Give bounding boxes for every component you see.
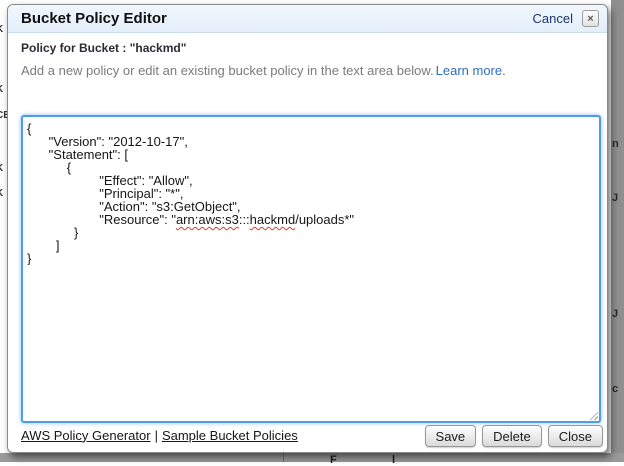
background-text-fragment: K <box>0 163 3 174</box>
background-text-fragment: J <box>612 192 618 204</box>
background-text-fragment: F <box>330 454 337 466</box>
background-page-bottom: F l <box>0 453 624 462</box>
save-button[interactable]: Save <box>425 425 477 447</box>
background-text-fragment: n <box>612 138 619 150</box>
aws-policy-generator-link[interactable]: AWS Policy Generator <box>21 428 151 443</box>
policy-line: "Statement": [ <box>27 148 599 161</box>
policy-line: "Resource": "arn:aws:s3:::hackmd/uploads… <box>27 213 599 226</box>
description-text: Add a new policy or edit an existing buc… <box>21 63 594 78</box>
policy-text: { "Version": "2012-10-17", "Statement": … <box>23 117 599 265</box>
dialog-header: Bucket Policy Editor Cancel × <box>8 5 607 33</box>
background-text-fragment: l <box>392 454 395 466</box>
policy-for-bucket-label: Policy for Bucket : "hackmd" <box>21 41 594 55</box>
policy-line: } <box>27 252 599 265</box>
delete-button[interactable]: Delete <box>482 425 542 447</box>
dialog-title: Bucket Policy Editor <box>21 10 533 27</box>
link-separator: | <box>155 428 158 443</box>
dialog-footer: AWS Policy Generator | Sample Bucket Polic… <box>21 425 603 447</box>
background-text-fragment: K <box>0 84 3 95</box>
bucket-policy-editor-dialog: Bucket Policy Editor Cancel × Policy for… <box>7 4 608 453</box>
close-button[interactable]: Close <box>548 425 603 447</box>
description-body: Add a new policy or edit an existing buc… <box>21 63 434 78</box>
cancel-link[interactable]: Cancel <box>533 11 573 26</box>
background-page-left: K K CE K K <box>0 0 7 462</box>
policy-textarea[interactable]: { "Version": "2012-10-17", "Statement": … <box>21 115 601 423</box>
footer-buttons: Save Delete Close <box>425 425 603 447</box>
learn-more-link[interactable]: Learn more. <box>436 63 506 78</box>
policy-line: ] <box>27 239 599 252</box>
sample-bucket-policies-link[interactable]: Sample Bucket Policies <box>162 428 298 443</box>
background-page-right: n J J c <box>611 0 624 462</box>
close-icon[interactable]: × <box>582 10 599 27</box>
policy-line: } <box>27 226 599 239</box>
background-text-fragment: K <box>0 188 3 199</box>
background-text-fragment: c <box>612 383 618 395</box>
background-table-divider <box>283 453 284 462</box>
background-text-fragment: K <box>0 24 3 35</box>
footer-links: AWS Policy Generator | Sample Bucket Polic… <box>21 428 298 445</box>
background-text-fragment: J <box>612 308 618 320</box>
resize-handle-icon[interactable] <box>588 410 598 420</box>
